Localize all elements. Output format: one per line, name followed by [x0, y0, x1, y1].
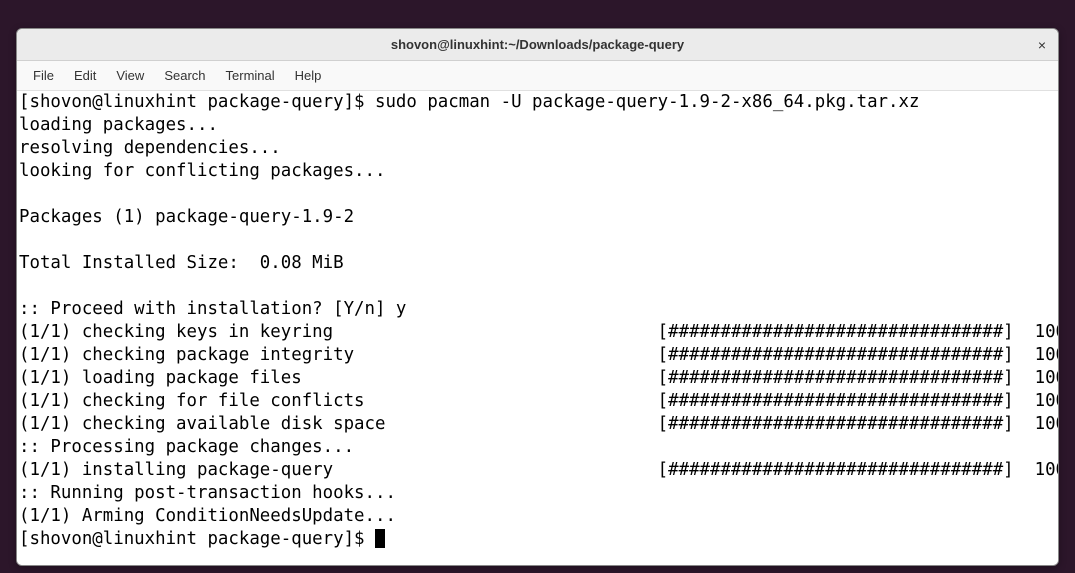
terminal-line: resolving dependencies...	[19, 138, 281, 158]
terminal-line: Packages (1) package-query-1.9-2	[19, 207, 354, 227]
terminal-line: loading packages...	[19, 115, 218, 135]
terminal-line: :: Proceed with installation? [Y/n] y	[19, 299, 406, 319]
shell-prompt: [shovon@linuxhint package-query]$	[19, 92, 375, 112]
terminal-content[interactable]: [shovon@linuxhint package-query]$ sudo p…	[17, 91, 1058, 565]
window-title: shovon@linuxhint:~/Downloads/package-que…	[391, 37, 684, 52]
terminal-line: (1/1) checking available disk space [###…	[19, 414, 1058, 434]
terminal-line: (1/1) Arming ConditionNeedsUpdate...	[19, 506, 396, 526]
terminal-line: (1/1) checking package integrity [######…	[19, 345, 1058, 365]
menu-terminal[interactable]: Terminal	[216, 64, 285, 87]
terminal-line: (1/1) installing package-query [########…	[19, 460, 1058, 480]
menu-search[interactable]: Search	[154, 64, 215, 87]
shell-command: sudo pacman -U package-query-1.9-2-x86_6…	[375, 92, 919, 112]
terminal-line: :: Processing package changes...	[19, 437, 354, 457]
close-icon[interactable]: ×	[1034, 37, 1050, 53]
terminal-line: (1/1) loading package files [###########…	[19, 368, 1058, 388]
titlebar: shovon@linuxhint:~/Downloads/package-que…	[17, 29, 1058, 61]
menubar: File Edit View Search Terminal Help	[17, 61, 1058, 91]
menu-edit[interactable]: Edit	[64, 64, 106, 87]
menu-help[interactable]: Help	[285, 64, 332, 87]
cursor-icon	[375, 529, 385, 548]
terminal-line: :: Running post-transaction hooks...	[19, 483, 396, 503]
terminal-line: looking for conflicting packages...	[19, 161, 385, 181]
terminal-line: (1/1) checking keys in keyring [########…	[19, 322, 1058, 342]
shell-prompt: [shovon@linuxhint package-query]$	[19, 529, 375, 549]
menu-view[interactable]: View	[106, 64, 154, 87]
menu-file[interactable]: File	[23, 64, 64, 87]
terminal-window: shovon@linuxhint:~/Downloads/package-que…	[16, 28, 1059, 566]
terminal-line: (1/1) checking for file conflicts [#####…	[19, 391, 1058, 411]
terminal-line: Total Installed Size: 0.08 MiB	[19, 253, 344, 273]
